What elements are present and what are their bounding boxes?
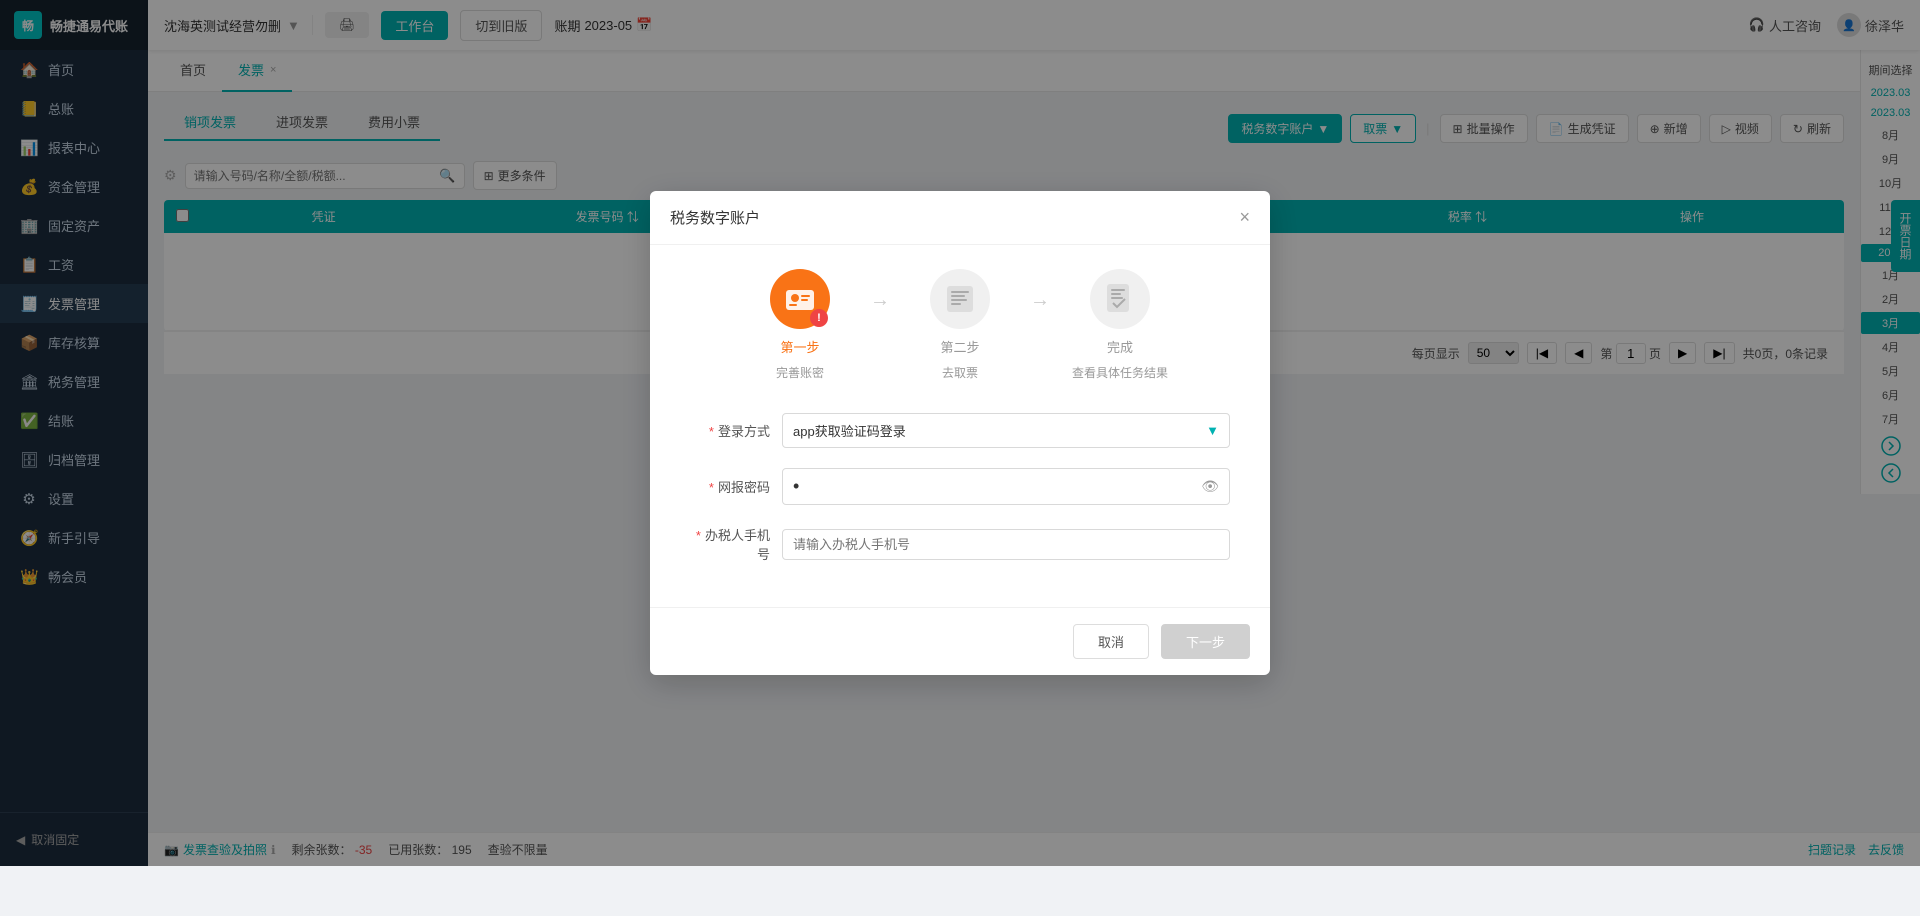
step-2: 第二步 去取票 — [890, 269, 1030, 381]
dialog-footer: 取消 下一步 — [650, 607, 1270, 675]
cancel-button[interactable]: 取消 — [1073, 624, 1149, 659]
modal-overlay: 税务数字账户 × ! — [0, 0, 1920, 866]
password-input[interactable] — [793, 476, 1197, 497]
steps-indicator: ! 第一步 完善账密 → — [690, 269, 1230, 381]
step-2-sublabel: 去取票 — [942, 364, 978, 381]
select-dropdown-icon: ▼ — [1206, 423, 1219, 438]
step-2-label: 第二步 — [940, 337, 979, 356]
login-method-label: 登录方式 — [690, 421, 770, 440]
step-1-label: 第一步 — [780, 337, 819, 356]
login-method-value: app获取验证码登录 — [793, 421, 906, 440]
dialog-close-btn[interactable]: × — [1239, 207, 1250, 228]
dialog-header: 税务数字账户 × — [650, 191, 1270, 245]
step-1-badge: ! — [810, 309, 828, 327]
step-1-sublabel: 完善账密 — [776, 364, 824, 381]
dialog-body: ! 第一步 完善账密 → — [650, 245, 1270, 607]
taxpayer-phone-label: 办税人手机号 — [690, 525, 770, 563]
step-1-icon: ! — [770, 269, 830, 329]
step-3-icon — [1090, 269, 1150, 329]
taxpayer-phone-field-wrapper — [782, 529, 1230, 560]
form-row-password: 网报密码 👁 — [690, 468, 1230, 505]
step-3: 完成 查看具体任务结果 — [1050, 269, 1190, 381]
password-label: 网报密码 — [690, 477, 770, 496]
step-2-icon — [930, 269, 990, 329]
arrow-2: → — [1030, 269, 1050, 312]
next-step-button[interactable]: 下一步 — [1161, 624, 1250, 659]
toggle-password-icon[interactable]: 👁 — [1201, 478, 1219, 495]
dialog-title: 税务数字账户 — [670, 207, 760, 228]
arrow-1: → — [870, 269, 890, 312]
form-row-phone: 办税人手机号 — [690, 525, 1230, 563]
step-3-sublabel: 查看具体任务结果 — [1072, 364, 1168, 381]
login-method-select[interactable]: app获取验证码登录 ▼ — [782, 413, 1230, 448]
step-1: ! 第一步 完善账密 — [730, 269, 870, 381]
form-row-login-method: 登录方式 app获取验证码登录 ▼ — [690, 413, 1230, 448]
taxpayer-phone-input[interactable] — [793, 537, 1219, 552]
step-3-label: 完成 — [1107, 337, 1133, 356]
password-field-wrapper: 👁 — [782, 468, 1230, 505]
tax-digital-dialog: 税务数字账户 × ! — [650, 191, 1270, 675]
